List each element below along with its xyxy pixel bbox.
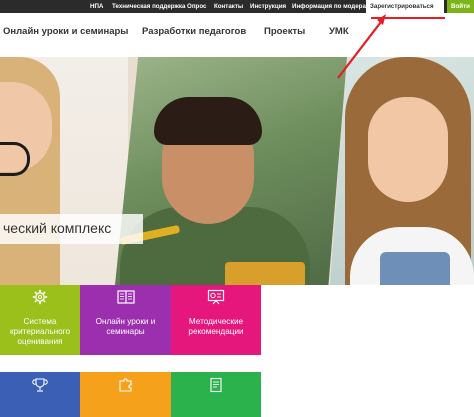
- tile-methodical-recommendations[interactable]: Методические рекомендации: [171, 285, 261, 355]
- gear-icon: [32, 289, 48, 305]
- hero-caption: ческий комплекс: [3, 220, 112, 236]
- tile-criteria-assessment[interactable]: Система критериального оценивания: [0, 285, 80, 355]
- top-link-npa[interactable]: НПА: [90, 0, 103, 13]
- girl-right-overall: [380, 252, 450, 285]
- tile-achievements[interactable]: [0, 372, 80, 417]
- tile-puzzle[interactable]: [80, 372, 171, 417]
- document-icon: [210, 377, 222, 393]
- arrow-head: [377, 14, 386, 25]
- tile-label: Онлайн уроки и семинары: [95, 317, 156, 336]
- open-book-icon: [116, 290, 135, 304]
- annotation-arrow: [337, 14, 386, 79]
- boy-hair: [154, 97, 262, 145]
- top-utility-bar: НПА Техническая поддержка Опрос Контакты…: [0, 0, 474, 13]
- tile-label: Система критериального оценивания: [9, 317, 71, 346]
- top-link-contacts[interactable]: Контакты: [214, 0, 243, 13]
- robot-kit: [225, 262, 305, 285]
- presentation-icon: [207, 289, 225, 305]
- main-nav: Онлайн уроки и семинары Разработки педаг…: [0, 19, 474, 47]
- puzzle-icon: [118, 378, 132, 392]
- login-button[interactable]: Войти: [447, 0, 474, 13]
- tile-documents[interactable]: [171, 372, 261, 417]
- tile-online-lessons[interactable]: Онлайн уроки и семинары: [80, 285, 171, 355]
- glasses: [0, 142, 30, 176]
- nav-item-teacher-developments[interactable]: Разработки педагогов: [142, 26, 246, 37]
- arrow-shaft: [337, 17, 385, 79]
- hero-banner-image: ческий комплекс: [0, 57, 474, 285]
- top-link-instruction[interactable]: Инструкция: [250, 0, 286, 13]
- girl-right-face: [368, 97, 448, 202]
- top-link-tech-support[interactable]: Техническая поддержка: [112, 0, 185, 13]
- nav-item-online-lessons[interactable]: Онлайн уроки и семинары: [3, 26, 128, 37]
- nav-item-projects[interactable]: Проекты: [264, 26, 305, 37]
- top-link-survey[interactable]: Опрос: [187, 0, 206, 13]
- trophy-icon: [32, 378, 48, 392]
- tile-label: Методические рекомендации: [188, 317, 244, 336]
